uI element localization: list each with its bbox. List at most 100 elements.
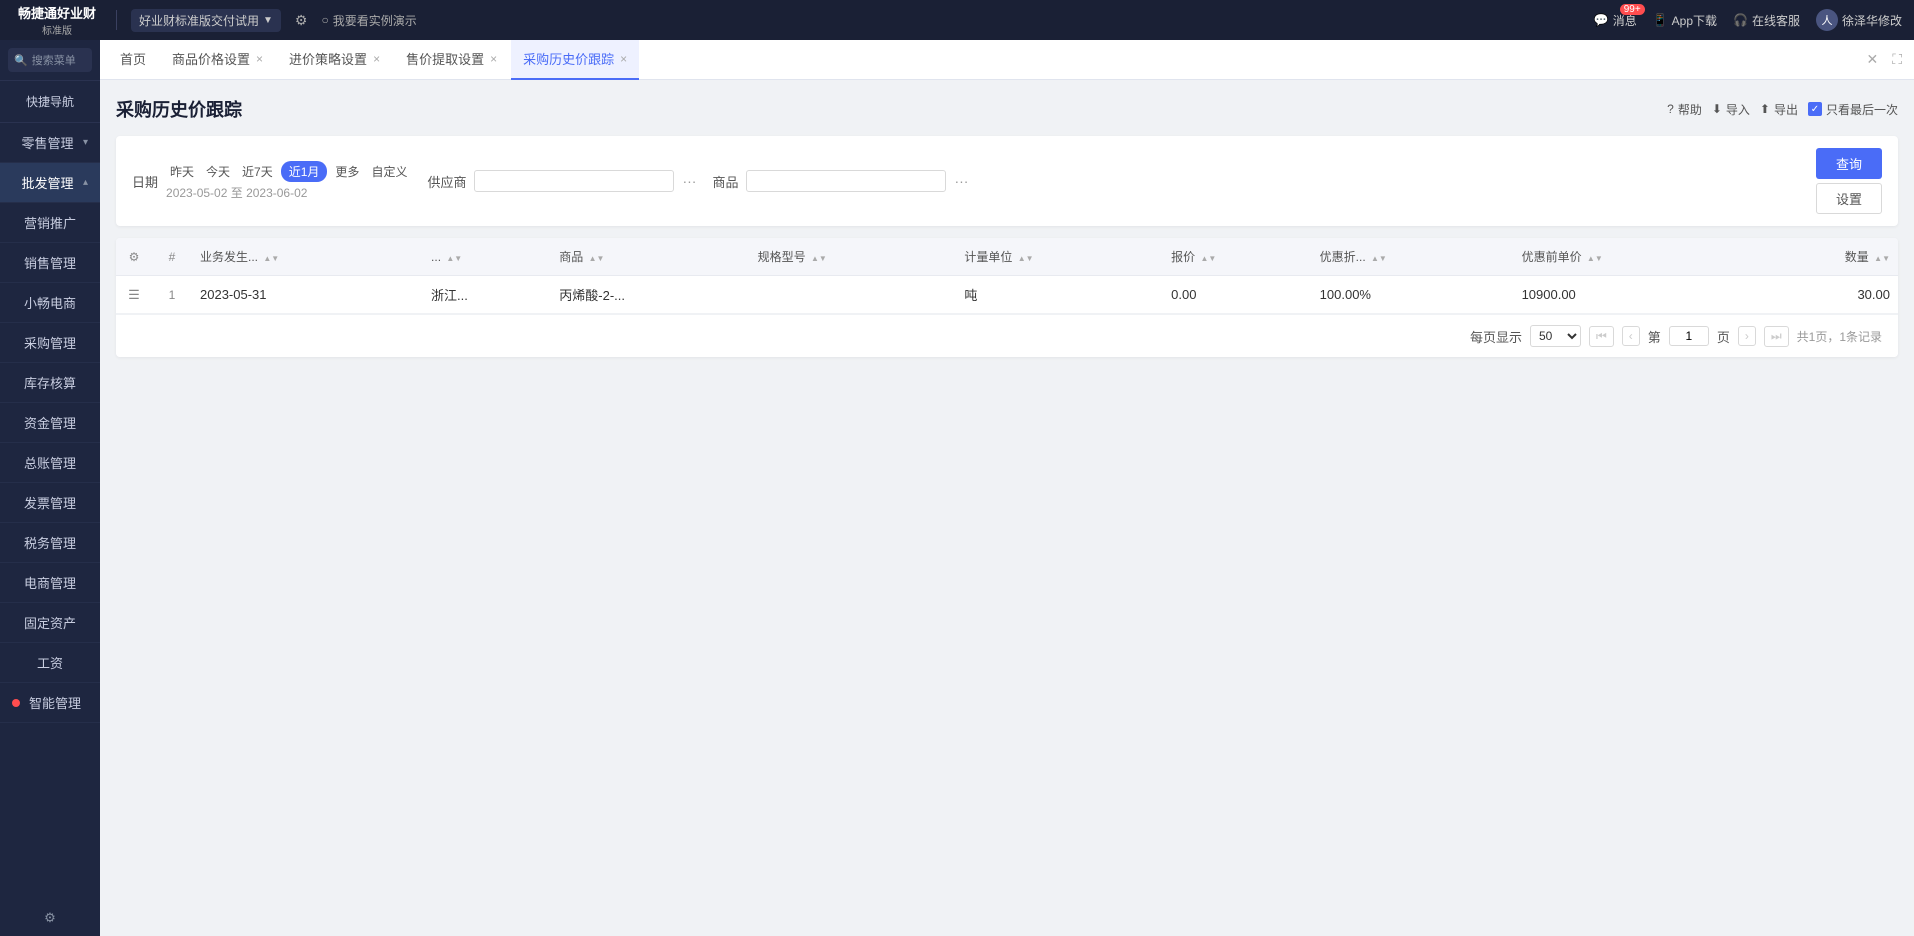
search-menu-input[interactable]: 🔍 搜索菜单 bbox=[8, 48, 92, 72]
sidebar-item-label: 小畅电商 bbox=[12, 293, 88, 312]
tab-sale-price[interactable]: 售价提取设置 × bbox=[394, 40, 509, 80]
sidebar-item-wholesale[interactable]: 批发管理 ▴ bbox=[0, 163, 100, 203]
tab-purchase-history[interactable]: 采购历史价跟踪 × bbox=[511, 40, 639, 80]
sidebar-item-label: 批发管理 bbox=[12, 173, 83, 192]
sidebar-item-marketing[interactable]: 营销推广 bbox=[0, 203, 100, 243]
app-download-btn[interactable]: 📱 App下载 bbox=[1653, 12, 1717, 29]
col-price[interactable]: 报价 ▲▼ bbox=[1163, 238, 1312, 276]
message-btn[interactable]: 💬 消息 99+ bbox=[1594, 12, 1637, 29]
demo-link[interactable]: ○ 我要看实例演示 bbox=[321, 12, 416, 29]
version-selector[interactable]: 好业财标准版交付试用 ▼ bbox=[131, 9, 281, 32]
row-num: 1 bbox=[152, 276, 192, 314]
sidebar-item-invoice[interactable]: 发票管理 bbox=[0, 483, 100, 523]
supplier-more-icon[interactable]: ··· bbox=[682, 173, 696, 189]
sidebar-quick-nav: 快捷导航 bbox=[0, 81, 100, 123]
last-page-btn[interactable]: ⏭ bbox=[1764, 326, 1789, 347]
page-title: 采购历史价跟踪 bbox=[116, 96, 242, 122]
col-discount[interactable]: 优惠折... ▲▼ bbox=[1312, 238, 1514, 276]
supplier-input[interactable] bbox=[474, 170, 674, 192]
import-label: 导入 bbox=[1726, 101, 1750, 118]
tab-close-icon[interactable]: × bbox=[256, 52, 263, 66]
sidebar-item-ecommerce[interactable]: 电商管理 bbox=[0, 563, 100, 603]
online-service-btn[interactable]: 🎧 在线客服 bbox=[1733, 12, 1800, 29]
sidebar-item-quick-nav[interactable]: 快捷导航 bbox=[0, 85, 100, 118]
date-option-more[interactable]: 更多 bbox=[331, 161, 363, 182]
only-last-checkbox[interactable]: ✓ 只看最后一次 bbox=[1808, 101, 1898, 118]
sidebar-item-retail[interactable]: 零售管理 ▾ bbox=[0, 123, 100, 163]
sidebar-item-purchase[interactable]: 采购管理 bbox=[0, 323, 100, 363]
table-header-row: ⚙ # 业务发生... ▲▼ ... ▲▼ 商品 bbox=[116, 238, 1898, 276]
export-btn[interactable]: ⬆ 导出 bbox=[1760, 101, 1798, 118]
date-option-today[interactable]: 今天 bbox=[202, 161, 234, 182]
goods-more-icon[interactable]: ··· bbox=[954, 173, 968, 189]
maximize-tab-btn[interactable]: ⛶ bbox=[1888, 49, 1906, 70]
import-btn[interactable]: ⬇ 导入 bbox=[1712, 101, 1750, 118]
settings-icon[interactable]: ⚙ bbox=[291, 8, 312, 33]
pagination: 每页显示 50 10 20 100 ⏮ ‹ 第 页 › ⏭ 共1页，1条记录 bbox=[116, 314, 1898, 357]
sidebar-item-assets[interactable]: 固定资产 bbox=[0, 603, 100, 643]
top-header: 畅捷通好业财 标准版 好业财标准版交付试用 ▼ ⚙ ○ 我要看实例演示 💬 消息… bbox=[0, 0, 1914, 40]
sidebar: 🔍 搜索菜单 快捷导航 零售管理 ▾ 批发管理 ▴ 营销推广 销售管理 小畅电 bbox=[0, 40, 100, 936]
tab-sale-price-label: 售价提取设置 bbox=[406, 49, 484, 68]
first-page-btn[interactable]: ⏮ bbox=[1589, 326, 1614, 347]
prev-page-btn[interactable]: ‹ bbox=[1622, 326, 1640, 346]
sort-icon: ▲▼ bbox=[1201, 254, 1217, 263]
col-gear[interactable]: ⚙ bbox=[116, 238, 152, 276]
header-divider bbox=[116, 10, 117, 30]
date-options-row: 昨天 今天 近7天 近1月 更多 自定义 bbox=[166, 161, 411, 182]
close-tab-btn[interactable]: ✕ bbox=[1862, 49, 1882, 70]
tab-price[interactable]: 商品价格设置 × bbox=[160, 40, 275, 80]
sidebar-item-label: 电商管理 bbox=[12, 573, 88, 592]
sort-icon: ▲▼ bbox=[1018, 254, 1034, 263]
col-date[interactable]: 业务发生... ▲▼ bbox=[192, 238, 423, 276]
query-button[interactable]: 查询 bbox=[1816, 148, 1882, 179]
goods-input[interactable] bbox=[746, 170, 946, 192]
filter-settings-button[interactable]: 设置 bbox=[1816, 183, 1882, 214]
date-option-custom[interactable]: 自定义 bbox=[367, 161, 411, 182]
tab-close-icon[interactable]: × bbox=[620, 52, 627, 66]
only-last-label: 只看最后一次 bbox=[1826, 101, 1898, 118]
per-page-select[interactable]: 50 10 20 100 bbox=[1530, 325, 1581, 347]
user-info[interactable]: 人 徐泽华修改 bbox=[1816, 9, 1902, 31]
tab-bar: 首页 商品价格设置 × 进价策略设置 × 售价提取设置 × 采购历史价跟踪 × … bbox=[100, 40, 1914, 80]
col-spec[interactable]: 规格型号 ▲▼ bbox=[750, 238, 957, 276]
search-icon: 🔍 bbox=[14, 54, 28, 67]
next-page-btn[interactable]: › bbox=[1738, 326, 1756, 346]
sidebar-item-smart[interactable]: 智能管理 bbox=[0, 683, 100, 723]
sidebar-item-tax[interactable]: 税务管理 bbox=[0, 523, 100, 563]
sidebar-item-sales[interactable]: 销售管理 bbox=[0, 243, 100, 283]
sidebar-item-inventory[interactable]: 库存核算 bbox=[0, 363, 100, 403]
checkbox-icon: ✓ bbox=[1808, 102, 1822, 116]
row-price: 0.00 bbox=[1163, 276, 1312, 314]
sidebar-search-area[interactable]: 🔍 搜索菜单 bbox=[0, 40, 100, 81]
tab-home[interactable]: 首页 bbox=[108, 40, 158, 80]
tab-close-icon[interactable]: × bbox=[490, 52, 497, 66]
col-extra[interactable]: ... ▲▼ bbox=[423, 238, 551, 276]
table-row: ☰ 1 2023-05-31 浙江... 丙烯酸-2-... 吨 0.00 10… bbox=[116, 276, 1898, 314]
sort-icon: ▲▼ bbox=[589, 254, 605, 263]
help-label: 帮助 bbox=[1678, 101, 1702, 118]
col-unit[interactable]: 计量单位 ▲▼ bbox=[956, 238, 1163, 276]
page-input[interactable] bbox=[1669, 326, 1709, 346]
filter-buttons: 查询 设置 bbox=[1816, 148, 1882, 214]
date-option-last1month[interactable]: 近1月 bbox=[281, 161, 328, 182]
tab-close-icon[interactable]: × bbox=[373, 52, 380, 66]
col-quantity[interactable]: 数量 ▲▼ bbox=[1749, 238, 1898, 276]
sidebar-item-ledger[interactable]: 总账管理 bbox=[0, 443, 100, 483]
col-goods[interactable]: 商品 ▲▼ bbox=[551, 238, 749, 276]
date-option-last7[interactable]: 近7天 bbox=[238, 161, 277, 182]
chevron-up-icon: ▴ bbox=[83, 177, 88, 188]
row-gear[interactable]: ☰ bbox=[116, 276, 152, 314]
sidebar-item-label: 发票管理 bbox=[12, 493, 88, 512]
message-badge: 99+ bbox=[1620, 4, 1645, 15]
help-btn[interactable]: ? 帮助 bbox=[1667, 101, 1702, 118]
col-pre-discount-price[interactable]: 优惠前单价 ▲▼ bbox=[1514, 238, 1750, 276]
sidebar-item-finance[interactable]: 资金管理 bbox=[0, 403, 100, 443]
sidebar-item-small-ecommerce[interactable]: 小畅电商 bbox=[0, 283, 100, 323]
date-option-yesterday[interactable]: 昨天 bbox=[166, 161, 198, 182]
row-quantity: 30.00 bbox=[1749, 276, 1898, 314]
tab-purchase-strategy[interactable]: 进价策略设置 × bbox=[277, 40, 392, 80]
sidebar-item-label: 固定资产 bbox=[12, 613, 88, 632]
sidebar-item-payroll[interactable]: 工资 bbox=[0, 643, 100, 683]
sidebar-settings-btn[interactable]: ⚙ bbox=[0, 900, 100, 936]
